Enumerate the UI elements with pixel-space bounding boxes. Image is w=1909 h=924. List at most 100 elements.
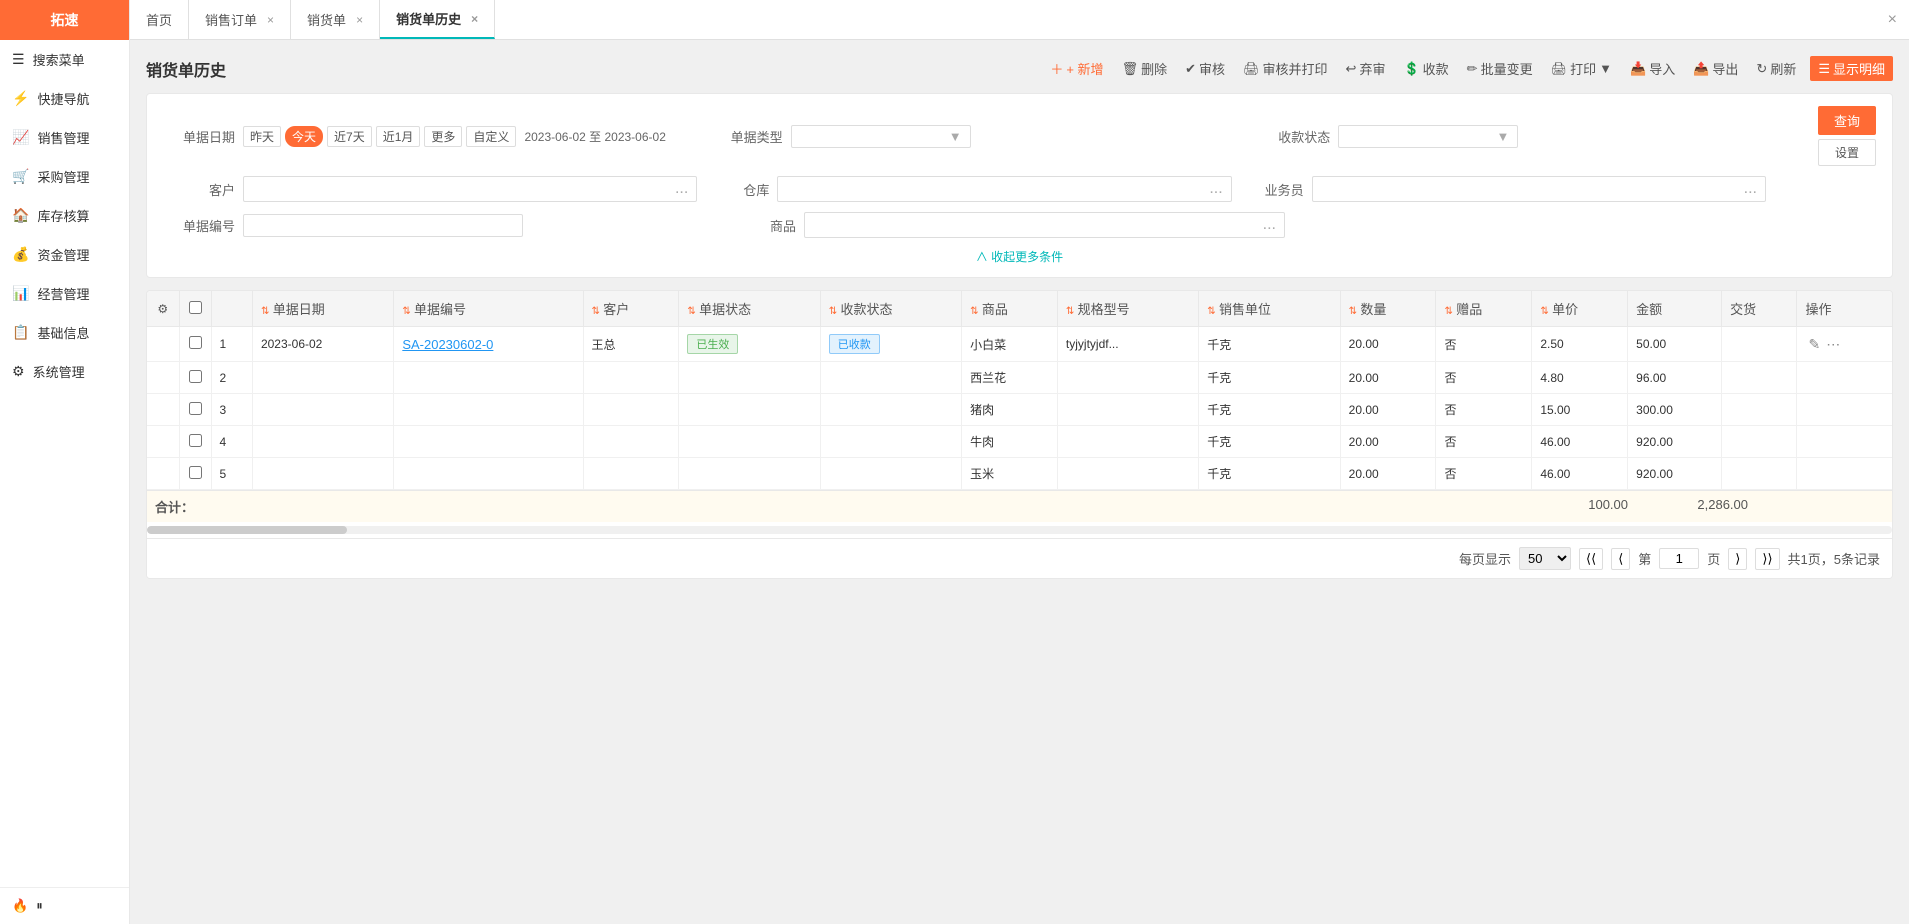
page-first-button[interactable]: ⟨⟨: [1579, 548, 1603, 570]
customer-input[interactable]: ...: [243, 176, 697, 202]
date-1month[interactable]: 近1月: [376, 126, 421, 147]
row-checkbox-cell[interactable]: [179, 426, 211, 458]
sidebar-item-label: 销售管理: [37, 128, 89, 147]
doc-no-input[interactable]: [243, 214, 523, 237]
collapse-button[interactable]: ∧ 收起更多条件: [163, 248, 1876, 265]
checkbox-column-header[interactable]: [179, 291, 211, 327]
doc-date-column-header[interactable]: ⇅ 单据日期: [252, 291, 393, 327]
new-label: + 新增: [1066, 59, 1103, 78]
staff-dots[interactable]: ...: [1744, 180, 1757, 198]
tab-sales-order-close[interactable]: ×: [267, 13, 274, 27]
price-column-header[interactable]: ⇅ 单价: [1532, 291, 1628, 327]
collect-status-select[interactable]: ▼: [1338, 125, 1518, 148]
row-checkbox[interactable]: [189, 402, 202, 415]
tab-sales-goods[interactable]: 销货单 ×: [291, 0, 380, 39]
tab-bar-close-all[interactable]: ×: [1876, 11, 1909, 29]
row-doc-no[interactable]: [394, 394, 583, 426]
page-number-input[interactable]: [1659, 548, 1699, 569]
row-doc-no[interactable]: [394, 458, 583, 490]
gear-column-header[interactable]: ⚙: [147, 291, 179, 327]
sidebar-item-ops-mgmt[interactable]: 📊 经营管理: [0, 274, 129, 313]
row-checkbox-cell[interactable]: [179, 394, 211, 426]
page-prev-button[interactable]: ⟨: [1611, 548, 1630, 570]
export-button[interactable]: 📤 导出: [1689, 57, 1742, 80]
import-button[interactable]: 📥 导入: [1626, 57, 1679, 80]
select-all-checkbox[interactable]: [189, 301, 202, 314]
edit-button[interactable]: ✎: [1805, 336, 1823, 352]
spec-column-header[interactable]: ⇅ 规格型号: [1057, 291, 1198, 327]
tab-sales-order[interactable]: 销售订单 ×: [189, 0, 291, 39]
show-detail-button[interactable]: ☰ 显示明细: [1810, 56, 1893, 81]
collect-button[interactable]: 💲 收款: [1399, 57, 1452, 80]
page-size-select[interactable]: 50 10 20 100: [1519, 547, 1571, 570]
unit-column-header[interactable]: ⇅ 销售单位: [1199, 291, 1340, 327]
date-custom[interactable]: 自定义: [466, 126, 516, 147]
goods-dots[interactable]: ...: [1263, 216, 1276, 234]
tab-sales-goods-close[interactable]: ×: [356, 13, 363, 27]
row-checkbox[interactable]: [189, 336, 202, 349]
doc-no-link[interactable]: SA-20230602-0: [402, 337, 493, 352]
sidebar-item-sys-mgmt[interactable]: ⚙ 系统管理: [0, 352, 129, 391]
row-checkbox[interactable]: [189, 466, 202, 479]
print-button[interactable]: 🖨 打印 ▼: [1547, 57, 1616, 80]
row-checkbox-cell[interactable]: [179, 458, 211, 490]
row-checkbox[interactable]: [189, 434, 202, 447]
goods-column-header[interactable]: ⇅ 商品: [962, 291, 1058, 327]
refresh-button[interactable]: ↻ 刷新: [1752, 57, 1800, 80]
doc-status-column-header[interactable]: ⇅ 单据状态: [679, 291, 820, 327]
sidebar-item-inventory-calc[interactable]: 🏠 库存核算: [0, 196, 129, 235]
row-checkbox[interactable]: [189, 370, 202, 383]
collect-status-column-header[interactable]: ⇅ 收款状态: [820, 291, 961, 327]
set-button[interactable]: 设置: [1818, 139, 1876, 166]
date-7days[interactable]: 近7天: [327, 126, 372, 147]
doc-no-sort-icon: ⇅: [402, 306, 410, 317]
sidebar-item-label: 经营管理: [37, 284, 89, 303]
horizontal-scrollbar[interactable]: [147, 526, 1892, 534]
sidebar-item-purchase-mgmt[interactable]: 🛒 采购管理: [0, 157, 129, 196]
page-next-button[interactable]: ⟩: [1728, 548, 1747, 570]
date-yesterday[interactable]: 昨天: [243, 126, 281, 147]
tab-sales-history-close[interactable]: ×: [471, 12, 478, 26]
customer-sort-icon: ⇅: [592, 306, 600, 317]
goods-input[interactable]: ...: [804, 212, 1285, 238]
query-button[interactable]: 查询: [1818, 106, 1876, 135]
row-doc-no[interactable]: [394, 426, 583, 458]
audit-print-button[interactable]: 🖨 审核并打印: [1239, 57, 1332, 80]
doc-no-column-header[interactable]: ⇅ 单据编号: [394, 291, 583, 327]
qty-column-header[interactable]: ⇅ 数量: [1340, 291, 1436, 327]
page-last-button[interactable]: ⟩⟩: [1755, 548, 1779, 570]
fund-mgmt-icon: 💰: [12, 246, 29, 263]
row-doc-no[interactable]: SA-20230602-0: [394, 327, 583, 362]
sidebar-item-base-info[interactable]: 📋 基础信息: [0, 313, 129, 352]
tab-home[interactable]: 首页: [130, 0, 189, 39]
footer-label: 合计：: [155, 497, 355, 516]
row-checkbox-cell[interactable]: [179, 362, 211, 394]
sidebar-item-sales-mgmt[interactable]: 📈 销售管理: [0, 118, 129, 157]
warehouse-dots[interactable]: ...: [1209, 180, 1222, 198]
row-checkbox-cell[interactable]: [179, 327, 211, 362]
date-more[interactable]: 更多: [424, 126, 462, 147]
refresh-label: 刷新: [1770, 59, 1796, 78]
customer-column-header[interactable]: ⇅ 客户: [583, 291, 679, 327]
tab-sales-history[interactable]: 销货单历史 ×: [380, 0, 495, 39]
more-button[interactable]: ⋯: [1823, 336, 1843, 352]
abandon-button[interactable]: ↩ 弃审: [1342, 57, 1390, 80]
new-button[interactable]: ＋ + 新增: [1046, 57, 1107, 80]
warehouse-input[interactable]: ...: [777, 176, 1231, 202]
row-qty: 20.00: [1340, 394, 1436, 426]
row-goods: 猪肉: [962, 394, 1058, 426]
customer-dots[interactable]: ...: [675, 180, 688, 198]
sidebar-item-fund-mgmt[interactable]: 💰 资金管理: [0, 235, 129, 274]
sidebar-item-search-menu[interactable]: ☰ 搜索菜单: [0, 40, 129, 79]
date-today[interactable]: 今天: [285, 126, 323, 147]
batch-change-button[interactable]: ✏ 批量变更: [1463, 57, 1537, 80]
sidebar-fire-btn[interactable]: 🔥 ⏸: [0, 888, 129, 924]
sidebar-item-quick-nav[interactable]: ⚡ 快捷导航: [0, 79, 129, 118]
delete-button[interactable]: 🗑 删除: [1118, 57, 1172, 80]
doc-type-select[interactable]: ▼: [791, 125, 971, 148]
scrollbar-thumb[interactable]: [147, 526, 347, 534]
audit-button[interactable]: ✔ 审核: [1181, 57, 1229, 80]
gift-column-header[interactable]: ⇅ 赠品: [1436, 291, 1532, 327]
row-doc-no[interactable]: [394, 362, 583, 394]
staff-input[interactable]: ...: [1312, 176, 1766, 202]
